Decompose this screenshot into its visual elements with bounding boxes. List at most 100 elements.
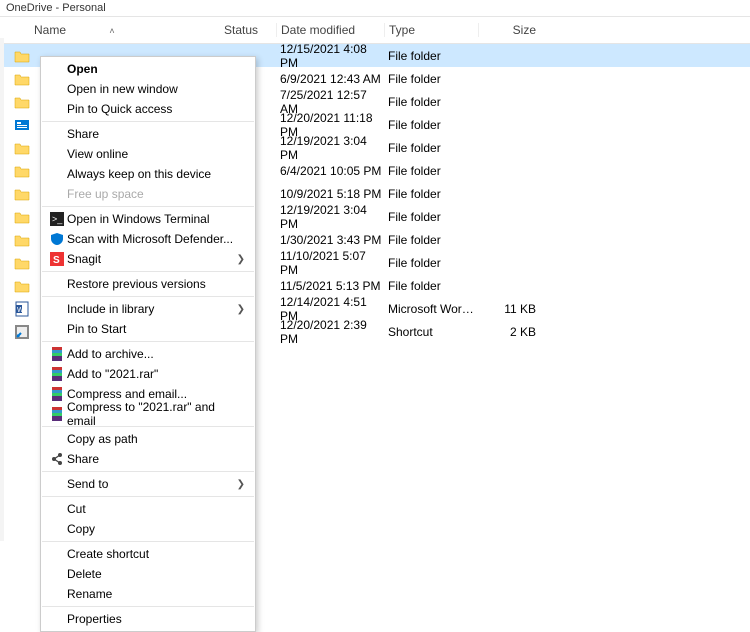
chevron-right-icon: ❯: [237, 479, 245, 490]
menu-item[interactable]: Create shortcut: [41, 544, 255, 564]
column-status[interactable]: Status: [224, 23, 276, 37]
menu-item: Free up space: [41, 184, 255, 204]
menu-item[interactable]: Always keep on this device: [41, 164, 255, 184]
doc-icon: W: [14, 301, 34, 317]
menu-item[interactable]: >_Open in Windows Terminal: [41, 209, 255, 229]
file-type: File folder: [384, 279, 478, 293]
folder-icon: [14, 233, 34, 247]
left-gutter: [0, 38, 4, 541]
file-date: 11/5/2021 5:13 PM: [276, 279, 384, 293]
svg-text:>_: >_: [52, 214, 63, 224]
share-icon: [47, 452, 67, 466]
column-type[interactable]: Type: [384, 23, 478, 37]
svg-text:S: S: [53, 255, 60, 266]
menu-separator: [42, 471, 254, 472]
file-type: Shortcut: [384, 325, 478, 339]
svg-text:W: W: [17, 307, 24, 314]
snagit-icon: S: [47, 252, 67, 266]
menu-item-label: Share: [67, 452, 245, 466]
file-size: 2 KB: [478, 325, 536, 339]
rar-icon: [47, 346, 67, 362]
menu-separator: [42, 206, 254, 207]
file-size: 11 KB: [478, 302, 536, 316]
file-type: File folder: [384, 210, 478, 224]
menu-item-label: Compress and email...: [67, 387, 245, 401]
rar-icon: [47, 366, 67, 382]
file-date: 6/4/2021 10:05 PM: [276, 164, 384, 178]
file-date: 10/9/2021 5:18 PM: [276, 187, 384, 201]
folder-icon: [14, 72, 34, 86]
menu-item[interactable]: Properties: [41, 609, 255, 629]
menu-item-label: Add to archive...: [67, 347, 245, 361]
menu-item[interactable]: Send to❯: [41, 474, 255, 494]
menu-item[interactable]: Compress to "2021.rar" and email: [41, 404, 255, 424]
menu-item[interactable]: Pin to Start: [41, 319, 255, 339]
menu-item[interactable]: Share: [41, 124, 255, 144]
menu-item[interactable]: Share: [41, 449, 255, 469]
menu-item-label: Pin to Quick access: [67, 102, 245, 116]
menu-item[interactable]: Copy as path: [41, 429, 255, 449]
menu-item[interactable]: Add to "2021.rar": [41, 364, 255, 384]
menu-item-label: Free up space: [67, 187, 245, 201]
column-date[interactable]: Date modified: [276, 23, 384, 37]
menu-item-label: Rename: [67, 587, 245, 601]
menu-item-label: Copy as path: [67, 432, 245, 446]
menu-item-label: Pin to Start: [67, 322, 245, 336]
menu-separator: [42, 341, 254, 342]
menu-item[interactable]: Restore previous versions: [41, 274, 255, 294]
folder-icon: [14, 210, 34, 224]
rar-icon: [47, 386, 67, 402]
menu-item[interactable]: Copy: [41, 519, 255, 539]
folder-icon: [14, 141, 34, 155]
file-type: File folder: [384, 141, 478, 155]
menu-item-label: Open: [67, 62, 245, 76]
menu-item[interactable]: View online: [41, 144, 255, 164]
menu-item-label: View online: [67, 147, 245, 161]
menu-item[interactable]: Rename: [41, 584, 255, 604]
folder-icon: [14, 256, 34, 270]
terminal-icon: >_: [47, 212, 67, 226]
folder-icon: [14, 95, 34, 109]
menu-item[interactable]: Include in library❯: [41, 299, 255, 319]
file-type: File folder: [384, 164, 478, 178]
menu-item[interactable]: Scan with Microsoft Defender...: [41, 229, 255, 249]
column-name[interactable]: Name ˄: [34, 23, 224, 37]
chevron-right-icon: ❯: [237, 304, 245, 315]
menu-separator: [42, 496, 254, 497]
menu-item[interactable]: Cut: [41, 499, 255, 519]
file-date: 12/19/2021 3:04 PM: [276, 203, 384, 231]
column-name-label: Name: [34, 23, 66, 37]
file-type: File folder: [384, 233, 478, 247]
file-date: 12/19/2021 3:04 PM: [276, 134, 384, 162]
menu-item[interactable]: Open: [41, 59, 255, 79]
folder-icon: [14, 279, 34, 293]
menu-item[interactable]: Pin to Quick access: [41, 99, 255, 119]
menu-item[interactable]: Open in new window: [41, 79, 255, 99]
shield-icon: [47, 232, 67, 246]
file-type: File folder: [384, 95, 478, 109]
menu-item-label: Send to: [67, 477, 237, 491]
menu-item-label: Open in new window: [67, 82, 245, 96]
column-size[interactable]: Size: [478, 23, 536, 37]
column-headers: Name ˄ Status Date modified Type Size: [0, 17, 750, 44]
menu-item[interactable]: SSnagit❯: [41, 249, 255, 269]
context-menu[interactable]: Open Open in new window Pin to Quick acces…: [40, 56, 256, 632]
menu-item-label: Properties: [67, 612, 245, 626]
file-date: 6/9/2021 12:43 AM: [276, 72, 384, 86]
rar-icon: [47, 406, 67, 422]
file-type: File folder: [384, 256, 478, 270]
menu-item-label: Compress to "2021.rar" and email: [67, 400, 245, 428]
menu-item-label: Copy: [67, 522, 245, 536]
chevron-right-icon: ❯: [237, 254, 245, 265]
menu-item-label: Always keep on this device: [67, 167, 245, 181]
menu-item[interactable]: Add to archive...: [41, 344, 255, 364]
file-type: File folder: [384, 72, 478, 86]
folder-icon: [14, 49, 34, 63]
menu-item-label: Create shortcut: [67, 547, 245, 561]
menu-item-label: Cut: [67, 502, 245, 516]
menu-item[interactable]: Delete: [41, 564, 255, 584]
file-type: File folder: [384, 118, 478, 132]
file-type: File folder: [384, 187, 478, 201]
file-date: 1/30/2021 3:43 PM: [276, 233, 384, 247]
menu-separator: [42, 271, 254, 272]
